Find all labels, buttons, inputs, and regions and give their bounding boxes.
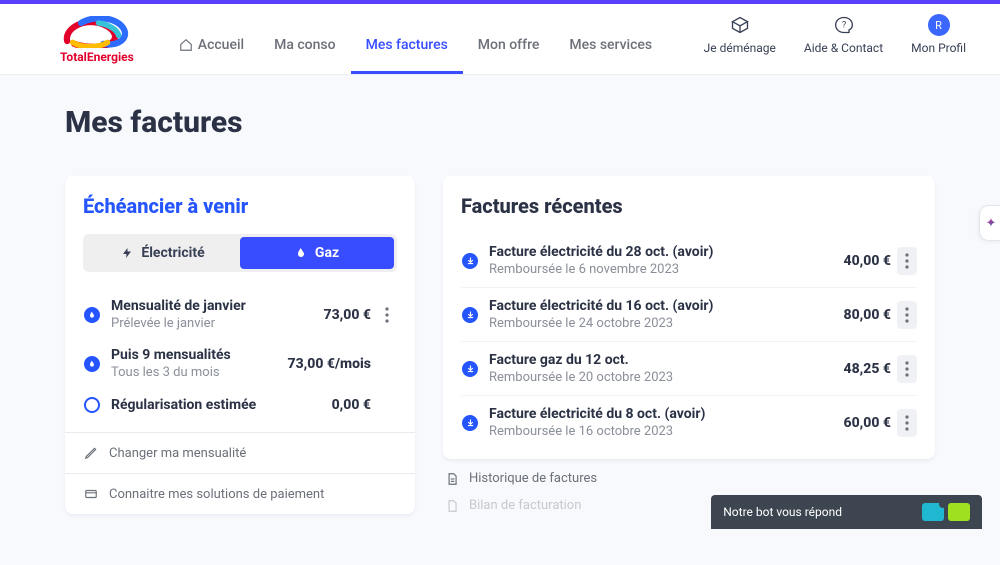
invoice-subtitle: Remboursée le 16 octobre 2023 — [489, 424, 838, 439]
download-icon[interactable] — [461, 414, 479, 432]
nav-factures[interactable]: Mes factures — [351, 37, 463, 74]
svg-text:?: ? — [841, 21, 845, 31]
side-widget-toggle[interactable]: ✦ — [979, 205, 1000, 241]
card-schedule: Échéancier à venir Électricité Gaz — [65, 176, 415, 514]
recent-title: Factures récentes — [461, 194, 917, 218]
action-profile[interactable]: R Mon Profil — [897, 14, 980, 55]
invoice-title: Facture électricité du 28 oct. (avoir) — [489, 244, 838, 260]
tab-gas[interactable]: Gaz — [240, 237, 394, 269]
schedule-row: Régularisation estimée 0,00 € — [83, 388, 397, 422]
schedule-row: Mensualité de janvier Prélevée le janvie… — [83, 290, 397, 339]
nav-home-label: Accueil — [198, 37, 244, 53]
schedule-row-amount: 73,00 € — [318, 307, 377, 323]
invoice-title: Facture gaz du 12 oct. — [489, 352, 838, 368]
flame-bullet-icon — [83, 306, 101, 324]
document-icon — [445, 499, 459, 513]
card-recent-invoices: Factures récentes Facture électricité du… — [443, 176, 935, 459]
schedule-title: Échéancier à venir — [83, 194, 397, 218]
sparkle-icon: ✦ — [986, 216, 997, 231]
action-help[interactable]: ? Aide & Contact — [790, 14, 897, 55]
invoice-subtitle: Remboursée le 24 octobre 2023 — [489, 316, 838, 331]
row-menu-button[interactable] — [897, 409, 917, 437]
tab-electricity[interactable]: Électricité — [86, 237, 240, 269]
nav-services[interactable]: Mes services — [554, 37, 667, 74]
brand-logo[interactable]: TotalEnergies — [60, 16, 134, 74]
row-menu-button[interactable] — [897, 301, 917, 329]
link-invoice-history[interactable]: Historique de factures — [443, 471, 935, 486]
flame-bullet-icon — [83, 355, 101, 373]
nav-offre[interactable]: Mon offre — [463, 37, 555, 74]
invoice-title: Facture électricité du 8 oct. (avoir) — [489, 406, 838, 422]
schedule-row-title: Régularisation estimée — [111, 397, 326, 413]
header: TotalEnergies Accueil Ma conso Mes factu… — [0, 4, 1000, 75]
row-menu-button[interactable] — [897, 355, 917, 383]
row-menu-button[interactable] — [897, 247, 917, 275]
totalenergies-logo-icon — [60, 16, 130, 48]
invoice-amount: 40,00 € — [838, 253, 897, 269]
home-icon — [179, 38, 193, 52]
schedule-row-title: Mensualité de janvier — [111, 298, 318, 314]
action-move[interactable]: Je déménage — [690, 14, 790, 55]
main-nav: Accueil Ma conso Mes factures Mon offre … — [164, 4, 667, 74]
card-icon — [83, 486, 99, 502]
nav-home[interactable]: Accueil — [164, 37, 259, 74]
brand-name: TotalEnergies — [60, 50, 134, 64]
download-icon[interactable] — [461, 360, 479, 378]
page-title: Mes factures — [65, 105, 935, 140]
schedule-row-subtitle: Tous les 3 du mois — [111, 365, 282, 380]
invoice-amount: 48,25 € — [838, 361, 897, 377]
schedule-row-subtitle: Prélevée le janvier — [111, 316, 318, 331]
chat-bubbles-icon — [922, 503, 970, 521]
invoice-row: Facture gaz du 12 oct. Remboursée le 20 … — [461, 341, 917, 395]
bolt-icon — [121, 247, 133, 259]
download-icon[interactable] — [461, 306, 479, 324]
flame-bullet-outline-icon — [83, 396, 101, 414]
link-change-monthly[interactable]: Changer ma mensualité — [65, 432, 415, 473]
invoice-row: Facture électricité du 28 oct. (avoir) R… — [461, 234, 917, 287]
box-icon — [729, 14, 751, 36]
invoice-row: Facture électricité du 16 oct. (avoir) R… — [461, 287, 917, 341]
invoice-subtitle: Remboursée le 6 novembre 2023 — [489, 262, 838, 277]
nav-conso[interactable]: Ma conso — [259, 37, 350, 74]
invoice-title: Facture électricité du 16 oct. (avoir) — [489, 298, 838, 314]
flame-icon — [295, 247, 307, 259]
row-menu-button[interactable] — [377, 301, 397, 329]
pencil-icon — [83, 445, 99, 461]
link-payment-solutions[interactable]: Connaitre mes solutions de paiement — [65, 473, 415, 514]
schedule-row-amount: 73,00 €/mois — [282, 356, 377, 372]
chatbot-bar[interactable]: Notre bot vous répond — [711, 495, 982, 529]
invoice-row: Facture électricité du 8 oct. (avoir) Re… — [461, 395, 917, 449]
invoice-subtitle: Remboursée le 20 octobre 2023 — [489, 370, 838, 385]
schedule-row-title: Puis 9 mensualités — [111, 347, 282, 363]
schedule-row-amount: 0,00 € — [326, 397, 377, 413]
document-icon — [445, 472, 459, 486]
chatbot-label: Notre bot vous répond — [723, 505, 842, 519]
header-actions: Je déménage ? Aide & Contact R Mon Profi… — [690, 4, 980, 74]
help-icon: ? — [833, 14, 855, 36]
energy-tabs: Électricité Gaz — [83, 234, 397, 272]
invoice-amount: 60,00 € — [838, 415, 897, 431]
avatar: R — [928, 14, 950, 36]
schedule-row: Puis 9 mensualités Tous les 3 du mois 73… — [83, 339, 397, 388]
invoice-amount: 80,00 € — [838, 307, 897, 323]
download-icon[interactable] — [461, 252, 479, 270]
